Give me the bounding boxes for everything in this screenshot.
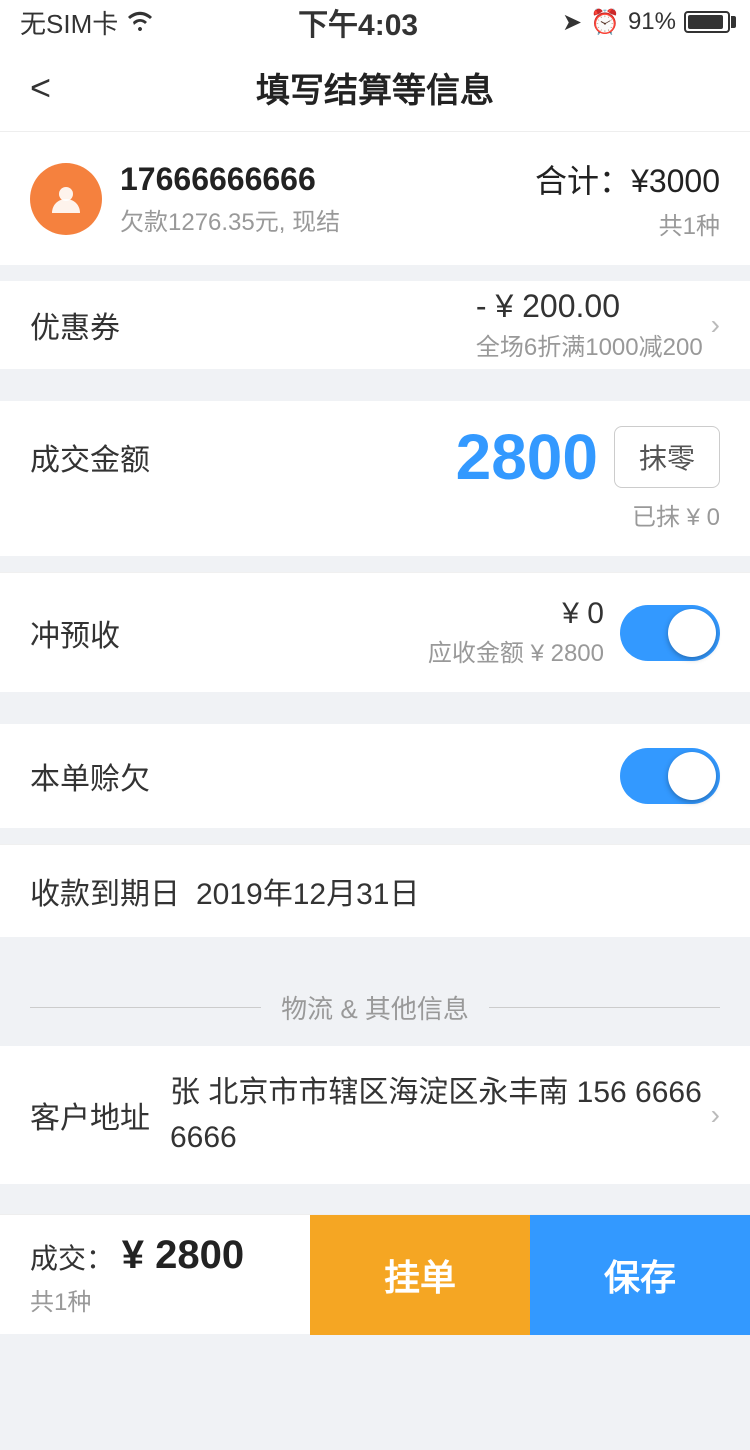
divider-line-left (30, 1007, 261, 1008)
prepay-right: ¥ 0 应收金额 ¥ 2800 (428, 597, 720, 668)
prepay-amount-wrap: ¥ 0 应收金额 ¥ 2800 (428, 597, 604, 668)
section-divider-1 (0, 385, 750, 401)
address-label: 客户地址 (30, 1093, 150, 1137)
page-title: 填写结算等信息 (256, 63, 494, 112)
wifi-icon (126, 7, 154, 38)
customer-sub: 欠款1276.35元, 现结 (120, 202, 340, 237)
section-divider-2 (0, 708, 750, 724)
coupon-row[interactable]: 优惠券 - ¥ 200.00 全场6折满1000减200 › (0, 281, 750, 369)
debt-toggle[interactable] (620, 748, 720, 804)
status-time: 下午4:03 (298, 0, 418, 44)
status-bar: 无SIM卡 下午4:03 ➤ ⏰ 91% (0, 0, 750, 44)
total-sub: 共1种 (535, 206, 720, 241)
status-left: 无SIM卡 (20, 4, 154, 41)
customer-right: 合计：¥3000 共1种 (535, 156, 720, 241)
chevron-right-icon: › (711, 309, 720, 341)
save-button[interactable]: 保存 (530, 1215, 750, 1335)
debt-toggle-knob (668, 752, 716, 800)
address-value: 张 北京市市辖区海淀区永丰南 156 6666 6666 (170, 1070, 711, 1160)
bottom-deal-label: 成交： (30, 1243, 114, 1274)
total-amount: 合计：¥3000 (535, 156, 720, 202)
customer-left: 17666666666 欠款1276.35元, 现结 (30, 161, 340, 237)
round-button[interactable]: 抹零 (614, 426, 720, 488)
coupon-right: - ¥ 200.00 全场6折满1000减200 › (476, 288, 720, 362)
customer-info: 17666666666 欠款1276.35元, 现结 (120, 161, 340, 237)
prepay-label: 冲预收 (30, 611, 120, 655)
prepay-amount: ¥ 0 (428, 597, 604, 631)
address-section[interactable]: 客户地址 张 北京市市辖区海淀区永丰南 156 6666 6666 › (0, 1046, 750, 1184)
back-button[interactable]: < (30, 67, 51, 109)
date-label: 收款到期日 (30, 869, 180, 913)
logistics-label: 物流 & 其他信息 (281, 989, 469, 1026)
bottom-deal-price: ¥ 2800 (122, 1233, 244, 1277)
battery-icon (684, 11, 730, 33)
date-value: 2019年12月31日 (196, 869, 419, 913)
date-row: 收款到期日 2019年12月31日 (30, 869, 720, 913)
bottom-deal-row: 成交： ¥ 2800 (30, 1233, 280, 1278)
amount-value: 2800 (456, 425, 598, 489)
section-divider-3 (0, 953, 750, 969)
due-date-section: 收款到期日 2019年12月31日 (0, 844, 750, 937)
battery-percent: 91% (628, 8, 676, 36)
status-right: ➤ ⏰ 91% (562, 8, 730, 37)
bottom-sub: 共1种 (30, 1282, 280, 1317)
address-chevron-icon: › (711, 1099, 720, 1131)
carrier-text: 无SIM卡 (20, 4, 118, 41)
prepay-sub: 应收金额 ¥ 2800 (428, 633, 604, 668)
nav-bar: < 填写结算等信息 (0, 44, 750, 132)
coupon-discount: - ¥ 200.00 (476, 288, 703, 325)
pending-button[interactable]: 挂单 (310, 1215, 530, 1335)
alarm-icon: ⏰ (590, 8, 620, 37)
customer-card: 17666666666 欠款1276.35元, 现结 合计：¥3000 共1种 (0, 132, 750, 265)
avatar (30, 163, 102, 235)
amount-row: 成交金额 2800 抹零 (30, 425, 720, 489)
prepay-toggle[interactable] (620, 605, 720, 661)
amount-value-wrap: 2800 抹零 (456, 425, 720, 489)
location-icon: ➤ (562, 8, 582, 37)
debt-section: 本单赊欠 (0, 724, 750, 828)
debt-label: 本单赊欠 (30, 754, 150, 798)
amount-sub: 已抹 ¥ 0 (632, 504, 720, 531)
customer-phone: 17666666666 (120, 161, 340, 198)
toggle-knob (668, 609, 716, 657)
bottom-summary: 成交： ¥ 2800 共1种 (0, 1233, 310, 1317)
amount-section: 成交金额 2800 抹零 已抹 ¥ 0 (0, 401, 750, 556)
coupon-label: 优惠券 (30, 303, 120, 347)
amount-label: 成交金额 (30, 435, 150, 479)
divider-line-right (489, 1007, 720, 1008)
logistics-divider: 物流 & 其他信息 (0, 969, 750, 1046)
coupon-info: - ¥ 200.00 全场6折满1000减200 (476, 288, 703, 362)
prepay-section: 冲预收 ¥ 0 应收金额 ¥ 2800 (0, 572, 750, 692)
prepay-row: 冲预收 ¥ 0 应收金额 ¥ 2800 (30, 597, 720, 668)
coupon-detail: 全场6折满1000减200 (476, 327, 703, 362)
bottom-bar: 成交： ¥ 2800 共1种 挂单 保存 (0, 1214, 750, 1334)
